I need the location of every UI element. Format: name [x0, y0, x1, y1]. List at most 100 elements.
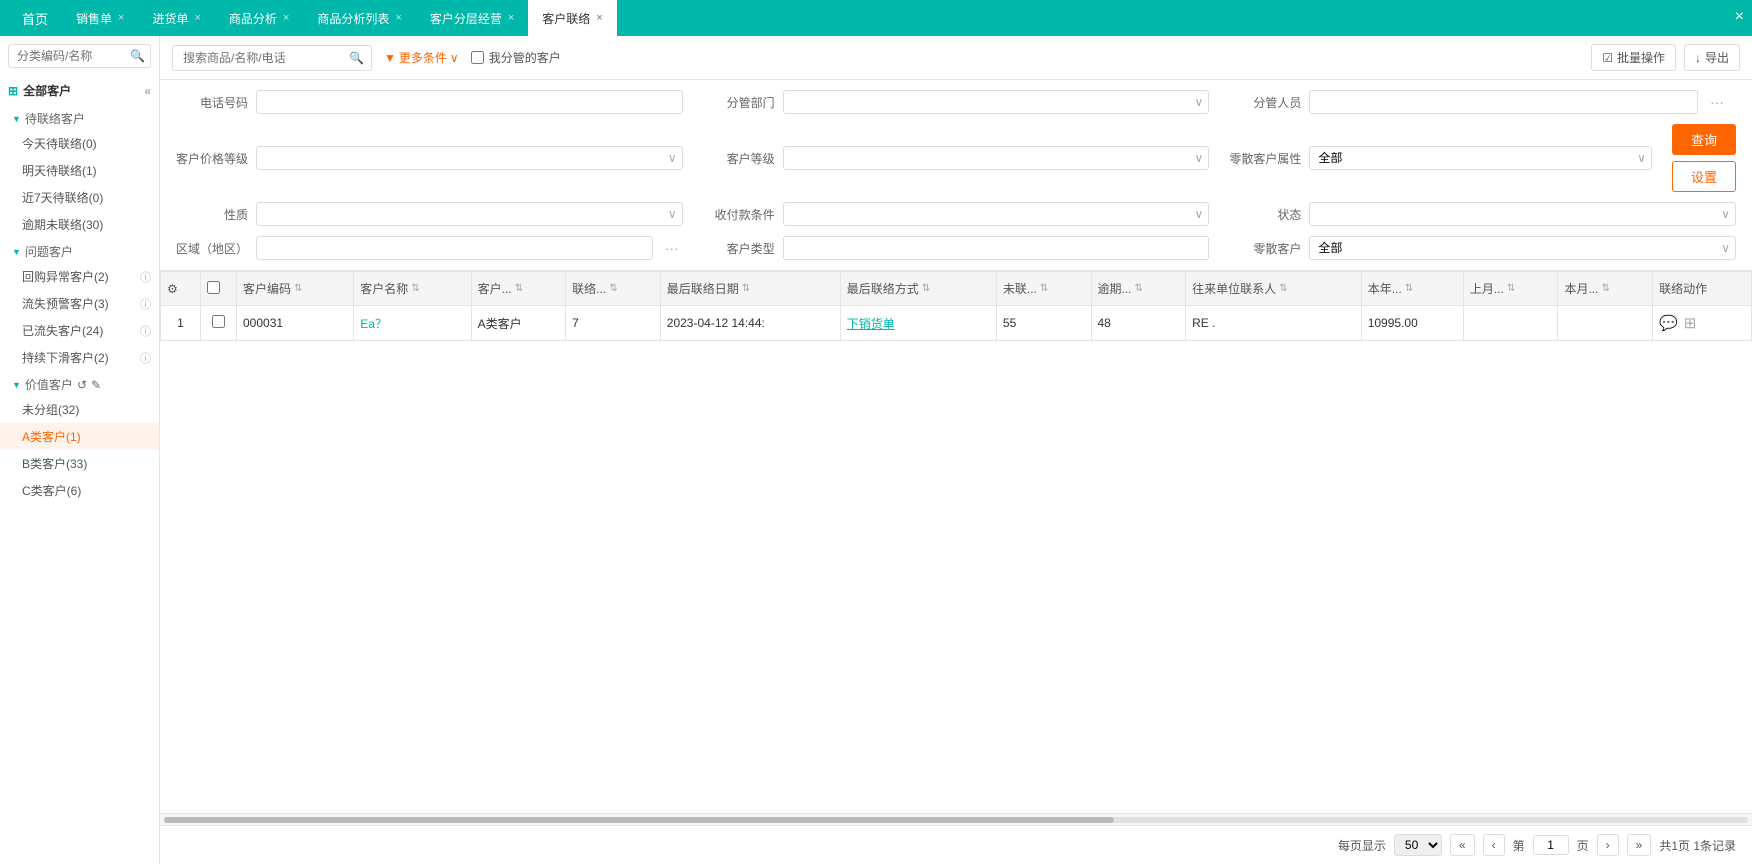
all-customers-header[interactable]: ⊞ 全部客户 « — [0, 76, 159, 105]
last-method-link[interactable]: 下销货单 — [847, 317, 895, 331]
select-all-checkbox[interactable] — [207, 281, 220, 294]
settings-button[interactable]: 设置 — [1672, 161, 1736, 192]
customer-grade-select[interactable] — [783, 146, 1210, 170]
nav-customer-segment-close[interactable]: × — [508, 12, 514, 24]
person-input[interactable] — [1309, 90, 1698, 114]
horizontal-scrollbar[interactable] — [160, 813, 1752, 825]
sidebar-item-today[interactable]: 今天待联络(0) — [0, 130, 159, 157]
close-all-button[interactable]: × — [1735, 8, 1744, 26]
sort-overdue-icon[interactable]: ⇅ — [1135, 283, 1143, 294]
customer-type-input[interactable] — [783, 236, 1210, 260]
sort-last-month-icon[interactable]: ⇅ — [1507, 283, 1515, 294]
first-page-button[interactable]: « — [1450, 834, 1475, 856]
th-gear[interactable]: ⚙ — [161, 272, 201, 306]
area-input[interactable] — [256, 236, 653, 260]
pay-cond-select[interactable] — [783, 202, 1210, 226]
price-grade-select[interactable] — [256, 146, 683, 170]
collapse-icon[interactable]: « — [144, 84, 151, 98]
next-page-button[interactable]: › — [1597, 834, 1619, 856]
nav-purchase[interactable]: 进货单 × — [138, 0, 214, 36]
chat-icon[interactable]: 💬 — [1659, 314, 1678, 332]
status-select[interactable] — [1309, 202, 1736, 226]
sidebar-item-abnormal[interactable]: 回购异常客户(2) ⓘ — [0, 263, 159, 290]
page-input[interactable] — [1533, 835, 1569, 855]
batch-op-button[interactable]: ☑ 批量操作 — [1591, 44, 1676, 71]
sort-code-icon[interactable]: ⇅ — [294, 283, 302, 294]
sidebar-item-loss-warning[interactable]: 流失预警客户(3) ⓘ — [0, 290, 159, 317]
th-this-year: 本年... ⇅ — [1361, 272, 1463, 306]
my-customers-checkbox[interactable] — [471, 51, 484, 64]
nav-customer-contact[interactable]: 客户联络 × — [528, 0, 616, 36]
main-search-input[interactable] — [172, 45, 372, 71]
sidebar-item-class-c[interactable]: C类客户(6) — [0, 477, 159, 504]
nav-customer-segment[interactable]: 客户分层经营 × — [416, 0, 528, 36]
sort-last-method-icon[interactable]: ⇅ — [922, 283, 930, 294]
info-icon-1[interactable]: ⓘ — [140, 269, 151, 285]
td-name[interactable]: Ea？ — [354, 306, 471, 341]
sidebar-item-7days[interactable]: 近7天待联络(0) — [0, 184, 159, 211]
nav-product-analysis-list[interactable]: 商品分析列表 × — [303, 0, 415, 36]
per-page-select[interactable]: 50 — [1394, 834, 1442, 856]
content-area: 🔍 ▼ 更多条件 ∨ 我分管的客户 ☑ 批量操作 — [160, 36, 1752, 864]
advanced-filter: 电话号码 分管部门 ∨ 分管人员 ··· — [160, 80, 1752, 271]
sort-this-year-icon[interactable]: ⇅ — [1405, 283, 1413, 294]
my-customers-check[interactable]: 我分管的客户 — [471, 49, 561, 66]
sidebar-item-lost[interactable]: 已流失客户(24) ⓘ — [0, 317, 159, 344]
main-search-icon[interactable]: 🔍 — [349, 51, 364, 65]
nav-sales-close[interactable]: × — [118, 12, 124, 24]
info-icon-4[interactable]: ⓘ — [140, 350, 151, 366]
sort-last-date-icon[interactable]: ⇅ — [742, 283, 750, 294]
sidebar-search-icon[interactable]: 🔍 — [130, 49, 145, 63]
retail-customer-select[interactable]: 全部 — [1309, 236, 1736, 260]
person-more-icon[interactable]: ··· — [1706, 94, 1728, 110]
chevron-down-icon: ∨ — [450, 51, 459, 65]
sidebar-item-class-a[interactable]: A类客户(1) — [0, 423, 159, 450]
sort-uncontacted-icon[interactable]: ⇅ — [1040, 283, 1048, 294]
sort-this-month-icon[interactable]: ⇅ — [1601, 283, 1609, 294]
th-actions: 联络动作 — [1653, 272, 1752, 306]
retail-attr-select[interactable]: 全部 — [1309, 146, 1652, 170]
query-button[interactable]: 查询 — [1672, 124, 1736, 155]
retail-attr-label: 零散客户属性 — [1229, 150, 1301, 167]
nav-product-analysis-close[interactable]: × — [283, 12, 289, 24]
area-more-icon[interactable]: ··· — [661, 240, 683, 256]
refresh-icon[interactable]: ↺ — [77, 378, 87, 392]
sidebar-item-overdue[interactable]: 逾期未联络(30) — [0, 211, 159, 238]
nav-sales[interactable]: 销售单 × — [62, 0, 138, 36]
filter-retail-customer-row: 零散客户 全部 ∨ — [1229, 236, 1736, 260]
nature-select-wrap: ∨ — [256, 202, 683, 226]
scrollbar-track[interactable] — [164, 817, 1748, 823]
info-icon-2[interactable]: ⓘ — [140, 296, 151, 312]
info-icon-3[interactable]: ⓘ — [140, 323, 151, 339]
per-page-label: 每页显示 — [1338, 837, 1386, 854]
nav-product-analysis[interactable]: 商品分析 × — [215, 0, 303, 36]
nav-product-analysis-list-close[interactable]: × — [395, 12, 401, 24]
sort-unit-contact-icon[interactable]: ⇅ — [1279, 283, 1287, 294]
phone-input[interactable] — [256, 90, 683, 114]
row-checkbox[interactable] — [212, 315, 225, 328]
nav-customer-contact-close[interactable]: × — [596, 12, 602, 24]
last-page-button[interactable]: » — [1627, 834, 1652, 856]
sidebar-item-tomorrow[interactable]: 明天待联络(1) — [0, 157, 159, 184]
sort-name-icon[interactable]: ⇅ — [411, 283, 419, 294]
sidebar-item-ungrouped[interactable]: 未分组(32) — [0, 396, 159, 423]
status-label: 状态 — [1229, 206, 1301, 223]
prev-page-button[interactable]: ‹ — [1483, 834, 1505, 856]
nature-label: 性质 — [176, 206, 248, 223]
edit-icon[interactable]: ✎ — [91, 378, 101, 392]
more-conditions-btn[interactable]: ▼ 更多条件 ∨ — [384, 49, 459, 66]
export-button[interactable]: ↓ 导出 — [1684, 44, 1740, 71]
sort-ctype-icon[interactable]: ⇅ — [515, 283, 523, 294]
nature-select[interactable] — [256, 202, 683, 226]
dept-select[interactable] — [783, 90, 1210, 114]
sidebar-item-class-b[interactable]: B类客户(33) — [0, 450, 159, 477]
nav-purchase-close[interactable]: × — [194, 12, 200, 24]
qr-icon[interactable]: ⊞ — [1684, 314, 1697, 332]
filter-customer-grade-row: 客户等级 ∨ — [703, 124, 1210, 192]
retail-attr-select-wrap: 全部 ∨ — [1309, 146, 1652, 170]
sort-contacts-icon[interactable]: ⇅ — [609, 283, 617, 294]
sidebar-item-declining[interactable]: 持续下滑客户(2) ⓘ — [0, 344, 159, 371]
nav-home[interactable]: 首页 — [8, 0, 62, 36]
page-label: 第 — [1513, 837, 1525, 854]
scrollbar-thumb[interactable] — [164, 817, 1114, 823]
